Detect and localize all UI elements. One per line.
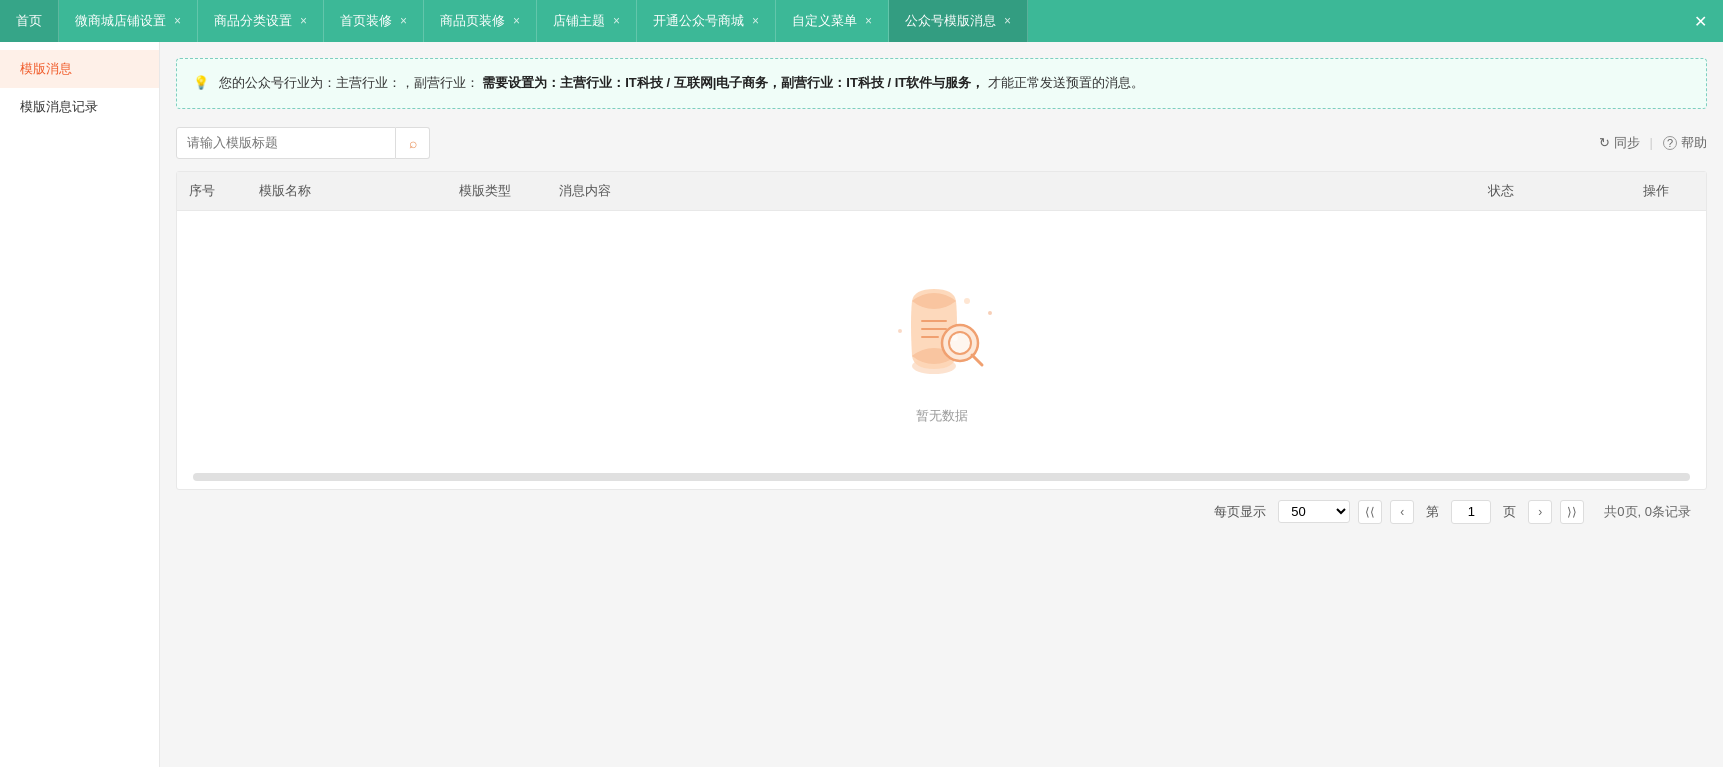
tab-home[interactable]: 首页 — [0, 0, 59, 42]
tab-category-settings[interactable]: 商品分类设置 × — [198, 0, 324, 42]
sync-icon: ↻ — [1599, 135, 1610, 150]
sync-button[interactable]: ↻ 同步 — [1599, 134, 1640, 152]
notice-suffix: 才能正常发送预置的消息。 — [988, 75, 1144, 90]
last-page-button[interactable]: ⟩⟩ — [1560, 500, 1584, 524]
tab-open-mall-close[interactable]: × — [752, 14, 759, 28]
tab-homepage-decoration-label: 首页装修 — [340, 12, 392, 30]
prev-page-button[interactable]: ‹ — [1390, 500, 1414, 524]
search-icon: ⌕ — [409, 135, 417, 151]
tab-shop-settings-close[interactable]: × — [174, 14, 181, 28]
tab-category-settings-label: 商品分类设置 — [214, 12, 292, 30]
empty-text: 暂无数据 — [916, 407, 968, 425]
search-button[interactable]: ⌕ — [396, 127, 430, 159]
sync-label: 同步 — [1614, 134, 1640, 152]
sidebar: 模版消息 模版消息记录 — [0, 42, 160, 767]
sidebar-item-template-log[interactable]: 模版消息记录 — [0, 88, 159, 126]
sidebar-item-template-msg[interactable]: 模版消息 — [0, 50, 159, 88]
notice-highlight: 需要设置为：主营行业：IT科技 / 互联网|电子商务，副营行业：IT科技 / I… — [482, 75, 984, 90]
tab-shop-settings[interactable]: 微商城店铺设置 × — [59, 0, 198, 42]
svg-point-7 — [952, 335, 958, 341]
th-content: 消息内容 — [547, 172, 1476, 210]
tab-open-mall-label: 开通公众号商城 — [653, 12, 744, 30]
first-page-button[interactable]: ⟨⟨ — [1358, 500, 1382, 524]
search-input[interactable] — [176, 127, 396, 159]
sidebar-item-template-log-label: 模版消息记录 — [20, 99, 98, 114]
table: 序号 模版名称 模版类型 消息内容 状态 操作 — [176, 171, 1707, 490]
search-right: ↻ 同步 | ? 帮助 — [1599, 134, 1707, 152]
tab-shop-theme[interactable]: 店铺主题 × — [537, 0, 637, 42]
tab-product-decoration-close[interactable]: × — [513, 14, 520, 28]
notice-box: 💡 您的公众号行业为：主营行业：，副营行业： 需要设置为：主营行业：IT科技 /… — [176, 58, 1707, 109]
help-icon: ? — [1663, 136, 1677, 150]
search-bar: ⌕ ↻ 同步 | ? 帮助 — [176, 127, 1707, 159]
sidebar-item-template-msg-label: 模版消息 — [20, 61, 72, 76]
tab-home-label: 首页 — [16, 12, 42, 30]
svg-line-6 — [972, 355, 982, 365]
tab-shop-theme-close[interactable]: × — [613, 14, 620, 28]
page-prefix: 第 — [1426, 503, 1439, 521]
page-label: 页 — [1503, 503, 1516, 521]
tab-homepage-decoration-close[interactable]: × — [400, 14, 407, 28]
tab-custom-menu-label: 自定义菜单 — [792, 12, 857, 30]
th-seq: 序号 — [177, 172, 247, 210]
th-name: 模版名称 — [247, 172, 447, 210]
svg-point-10 — [964, 298, 970, 304]
help-button[interactable]: ? 帮助 — [1663, 134, 1707, 152]
page-input[interactable] — [1451, 500, 1491, 524]
tab-shop-settings-label: 微商城店铺设置 — [75, 12, 166, 30]
tab-shop-theme-label: 店铺主题 — [553, 12, 605, 30]
tab-homepage-decoration[interactable]: 首页装修 × — [324, 0, 424, 42]
tab-open-mall[interactable]: 开通公众号商城 × — [637, 0, 776, 42]
total-info: 共0页, 0条记录 — [1604, 503, 1691, 521]
top-nav: 首页 微商城店铺设置 × 商品分类设置 × 首页装修 × 商品页装修 × 店铺主… — [0, 0, 1723, 42]
tab-template-msg[interactable]: 公众号模版消息 × — [889, 0, 1028, 42]
th-status: 状态 — [1476, 172, 1606, 210]
pagination: 每页显示 50 10 20 100 ⟨⟨ ‹ 第 页 › ⟩⟩ 共0页, 0条记… — [176, 490, 1707, 540]
main-content: 💡 您的公众号行业为：主营行业：，副营行业： 需要设置为：主营行业：IT科技 /… — [160, 42, 1723, 767]
empty-illustration — [882, 271, 1002, 391]
th-type: 模版类型 — [447, 172, 547, 210]
table-header: 序号 模版名称 模版类型 消息内容 状态 操作 — [177, 172, 1706, 211]
tab-template-msg-close[interactable]: × — [1004, 14, 1011, 28]
svg-point-9 — [898, 329, 902, 333]
empty-state: 暂无数据 — [177, 211, 1706, 465]
search-left: ⌕ — [176, 127, 430, 159]
tab-custom-menu-close[interactable]: × — [865, 14, 872, 28]
horizontal-scrollbar[interactable] — [193, 473, 1690, 481]
help-label: 帮助 — [1681, 134, 1707, 152]
notice-prefix: 您的公众号行业为：主营行业：，副营行业： — [219, 75, 479, 90]
tab-product-decoration-label: 商品页装修 — [440, 12, 505, 30]
layout: 模版消息 模版消息记录 💡 您的公众号行业为：主营行业：，副营行业： 需要设置为… — [0, 42, 1723, 767]
divider: | — [1650, 135, 1653, 150]
page-size-select[interactable]: 50 10 20 100 — [1278, 500, 1350, 523]
svg-point-5 — [949, 332, 971, 354]
tab-product-decoration[interactable]: 商品页装修 × — [424, 0, 537, 42]
global-close-button[interactable]: ✕ — [1678, 12, 1723, 31]
notice-icon: 💡 — [193, 75, 209, 90]
tab-template-msg-label: 公众号模版消息 — [905, 12, 996, 30]
next-page-button[interactable]: › — [1528, 500, 1552, 524]
tab-custom-menu[interactable]: 自定义菜单 × — [776, 0, 889, 42]
th-action: 操作 — [1606, 172, 1706, 210]
tab-category-settings-close[interactable]: × — [300, 14, 307, 28]
svg-point-8 — [988, 311, 992, 315]
page-size-label: 每页显示 — [1214, 503, 1266, 521]
